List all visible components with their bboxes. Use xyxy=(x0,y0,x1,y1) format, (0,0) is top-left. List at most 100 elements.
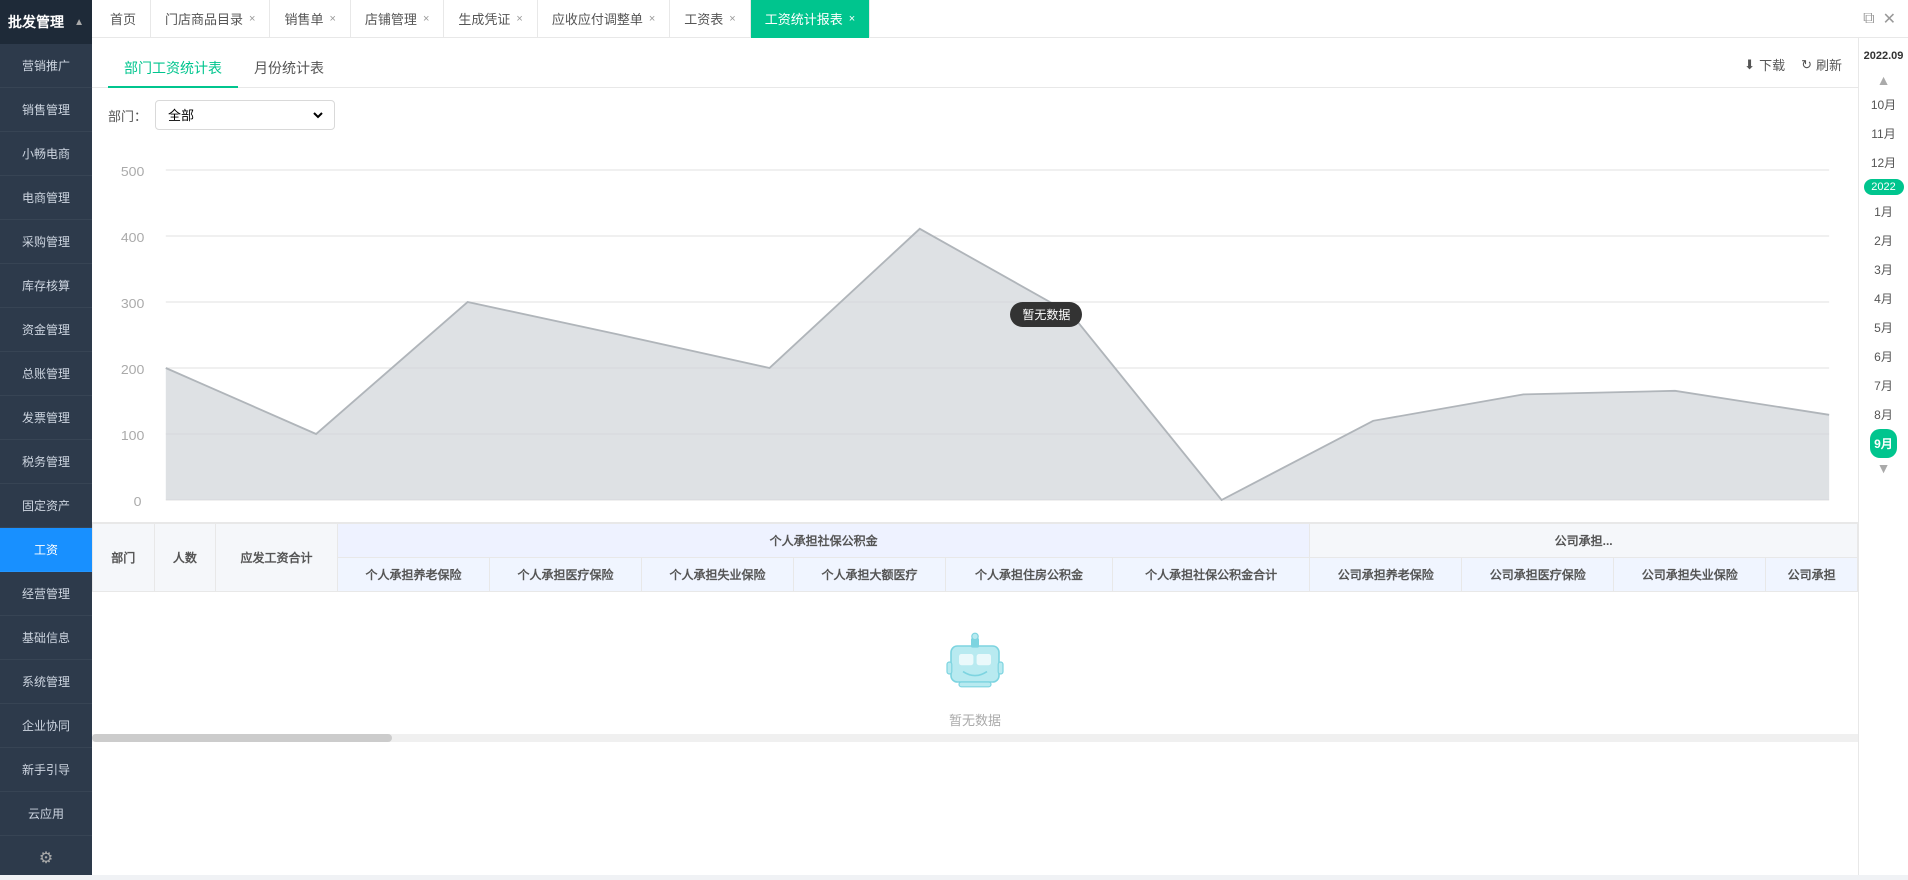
date-2022-1[interactable]: 11月 xyxy=(1867,119,1900,148)
chart-no-data-tooltip: 暂无数据 xyxy=(1010,302,1082,327)
sub-tabs: 部门工资统计表月份统计表 ⬇ 下载 ↻ 刷新 xyxy=(92,38,1858,88)
sidebar-item-4[interactable]: 采购管理 xyxy=(0,220,92,264)
col-company-unemployment: 公司承担失业保险 xyxy=(1614,558,1766,592)
sidebar-item-5[interactable]: 库存核算 xyxy=(0,264,92,308)
tab-close-1[interactable]: × xyxy=(249,13,255,25)
table-container[interactable]: 部门 人数 应发工资合计 个人承担社保公积金 公司承担... 个人承担养老保险 … xyxy=(92,522,1858,742)
tabs-bar: 首页门店商品目录×销售单×店铺管理×生成凭证×应收应付调整单×工资表×工资统计报… xyxy=(92,0,1908,38)
settings-icon[interactable]: ⚙ xyxy=(0,836,92,880)
sidebar-item-11[interactable]: 工资 xyxy=(0,528,92,572)
tab-label-7: 工资统计报表 xyxy=(765,9,843,28)
empty-state: 暂无数据 xyxy=(92,592,1858,742)
col-company-pension: 公司承担养老保险 xyxy=(1310,558,1462,592)
sidebar-item-13[interactable]: 基础信息 xyxy=(0,616,92,660)
date-month-6[interactable]: 7月 xyxy=(1870,371,1897,400)
tab-close-5[interactable]: × xyxy=(649,13,655,25)
tab-item-1[interactable]: 门店商品目录 × xyxy=(151,0,270,38)
sidebar-collapse-icon: ▲ xyxy=(74,17,84,28)
svg-text:100: 100 xyxy=(121,428,145,442)
date-month-4[interactable]: 5月 xyxy=(1870,313,1897,342)
tab-close-4[interactable]: × xyxy=(516,13,522,25)
tab-item-2[interactable]: 销售单 × xyxy=(270,0,350,38)
download-button[interactable]: ⬇ 下载 xyxy=(1744,55,1785,74)
tab-item-4[interactable]: 生成凭证× xyxy=(444,0,537,38)
date-panel-header: 2022.09 xyxy=(1860,46,1908,66)
tab-label-1: 门店商品目录 xyxy=(165,9,243,28)
date-nav-up[interactable]: ▲ xyxy=(1877,70,1891,90)
department-select[interactable]: 全部 xyxy=(155,100,335,130)
svg-text:400: 400 xyxy=(121,230,145,244)
restore-button[interactable]: ⧉ xyxy=(1863,10,1874,28)
tab-close-3[interactable]: × xyxy=(423,13,429,25)
sub-tab-actions: ⬇ 下载 ↻ 刷新 xyxy=(1744,55,1842,82)
sidebar-title: 批发管理 xyxy=(8,12,64,32)
data-table: 部门 人数 应发工资合计 个人承担社保公积金 公司承担... 个人承担养老保险 … xyxy=(92,523,1858,592)
main-area: 首页门店商品目录×销售单×店铺管理×生成凭证×应收应付调整单×工资表×工资统计报… xyxy=(92,0,1908,875)
year-2022-label: 2022 xyxy=(1864,179,1904,195)
tab-close-6[interactable]: × xyxy=(729,13,735,25)
col-personal-pension: 个人承担养老保险 xyxy=(337,558,489,592)
sidebar-item-7[interactable]: 总账管理 xyxy=(0,352,92,396)
date-month-2[interactable]: 3月 xyxy=(1870,255,1897,284)
chart-svg: 0 100 200 300 400 500 xyxy=(108,152,1842,512)
date-month-8[interactable]: 9月 xyxy=(1870,429,1897,458)
date-2022-2[interactable]: 12月 xyxy=(1867,148,1900,177)
sidebar-item-12[interactable]: 经营管理 xyxy=(0,572,92,616)
sidebar-item-2[interactable]: 小畅电商 xyxy=(0,132,92,176)
sub-tab-0[interactable]: 部门工资统计表 xyxy=(108,50,238,88)
filter-bar: 部门： 全部 xyxy=(92,88,1858,142)
refresh-button[interactable]: ↻ 刷新 xyxy=(1801,55,1842,74)
sidebar: 批发管理 ▲ 营销推广销售管理小畅电商电商管理采购管理库存核算资金管理总账管理发… xyxy=(0,0,92,875)
date-month-3[interactable]: 4月 xyxy=(1870,284,1897,313)
date-month-1[interactable]: 2月 xyxy=(1870,226,1897,255)
sidebar-item-14[interactable]: 系统管理 xyxy=(0,660,92,704)
date-month-5[interactable]: 6月 xyxy=(1870,342,1897,371)
tab-label-0: 首页 xyxy=(110,9,136,28)
tab-item-0[interactable]: 首页 xyxy=(96,0,151,38)
sidebar-item-15[interactable]: 企业协同 xyxy=(0,704,92,748)
sidebar-item-1[interactable]: 销售管理 xyxy=(0,88,92,132)
date-nav-down[interactable]: ▼ xyxy=(1877,458,1891,478)
horizontal-scrollbar[interactable] xyxy=(92,734,1858,742)
sidebar-header[interactable]: 批发管理 ▲ xyxy=(0,0,92,44)
col-personal-housing: 个人承担住房公积金 xyxy=(945,558,1112,592)
tab-item-5[interactable]: 应收应付调整单× xyxy=(538,0,670,38)
col-personal-large-medical: 个人承担大额医疗 xyxy=(793,558,945,592)
download-icon: ⬇ xyxy=(1744,57,1755,73)
sub-tab-1[interactable]: 月份统计表 xyxy=(238,50,340,88)
refresh-icon: ↻ xyxy=(1801,57,1812,73)
sidebar-item-10[interactable]: 固定资产 xyxy=(0,484,92,528)
department-select-input[interactable]: 全部 xyxy=(164,107,326,124)
empty-label: 暂无数据 xyxy=(949,710,1001,729)
date-month-0[interactable]: 1月 xyxy=(1870,197,1897,226)
tab-close-2[interactable]: × xyxy=(329,13,335,25)
content-area: 部门工资统计表月份统计表 ⬇ 下载 ↻ 刷新 部门： 全 xyxy=(92,38,1908,875)
col-company-other: 公司承担 xyxy=(1766,558,1858,592)
sidebar-item-8[interactable]: 发票管理 xyxy=(0,396,92,440)
table-header-row-2: 个人承担养老保险 个人承担医疗保险 个人承担失业保险 个人承担大额医疗 个人承担… xyxy=(93,558,1858,592)
date-2022-0[interactable]: 10月 xyxy=(1867,90,1900,119)
tab-item-7[interactable]: 工资统计报表 × xyxy=(751,0,870,38)
sidebar-item-3[interactable]: 电商管理 xyxy=(0,176,92,220)
sidebar-item-16[interactable]: 新手引导 xyxy=(0,748,92,792)
sidebar-item-17[interactable]: 云应用 xyxy=(0,792,92,836)
date-panel: 2022.09 ▲ 10月11月12月 2022 1月2月3月4月5月6月7月8… xyxy=(1858,38,1908,875)
tab-item-3[interactable]: 店铺管理× xyxy=(351,0,444,38)
tab-item-6[interactable]: 工资表× xyxy=(670,0,750,38)
download-label: 下载 xyxy=(1759,55,1785,74)
sidebar-item-0[interactable]: 营销推广 xyxy=(0,44,92,88)
close-window-button[interactable]: ✕ xyxy=(1883,9,1896,29)
sidebar-item-6[interactable]: 资金管理 xyxy=(0,308,92,352)
col-count: 人数 xyxy=(154,524,216,592)
svg-text:300: 300 xyxy=(121,296,145,310)
svg-text:200: 200 xyxy=(121,362,145,376)
col-department: 部门 xyxy=(93,524,155,592)
tab-label-2: 销售单 xyxy=(284,9,323,28)
tab-close-7[interactable]: × xyxy=(849,13,855,25)
empty-icon xyxy=(935,622,1015,702)
scrollbar-thumb[interactable] xyxy=(92,734,392,742)
refresh-label: 刷新 xyxy=(1816,55,1842,74)
sidebar-item-9[interactable]: 税务管理 xyxy=(0,440,92,484)
col-personal-medical: 个人承担医疗保险 xyxy=(489,558,641,592)
date-month-7[interactable]: 8月 xyxy=(1870,400,1897,429)
